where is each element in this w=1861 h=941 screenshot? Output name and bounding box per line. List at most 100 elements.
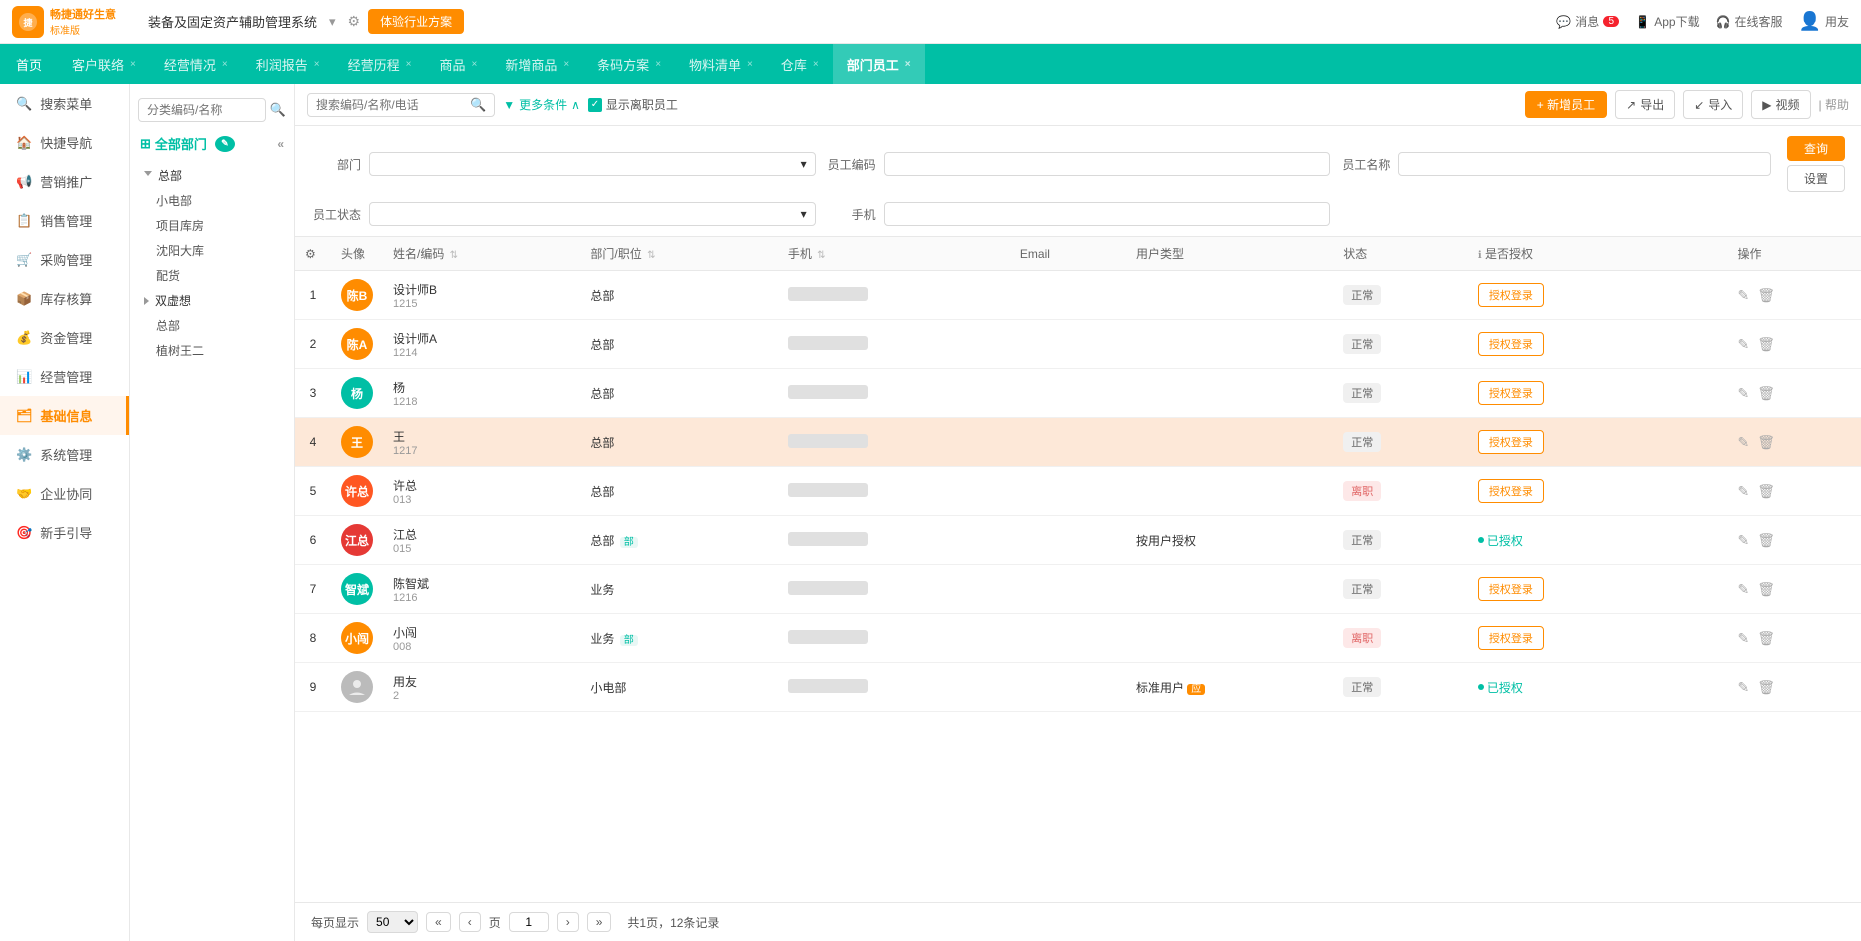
search-button[interactable]: 查询 (1787, 136, 1845, 161)
search-input[interactable] (316, 98, 466, 112)
edit-icon[interactable]: ✎ (1737, 483, 1749, 500)
sidebar-item-basic-info[interactable]: 🗂 基础信息 (0, 396, 129, 435)
dept-child-zhishu[interactable]: 植树王二 (130, 338, 294, 363)
grant-login-button[interactable]: 授权登录 (1478, 626, 1544, 650)
sidebar-item-purchase[interactable]: 🛒 采购管理 (0, 240, 129, 279)
dept-search-input[interactable] (138, 98, 266, 122)
grant-login-button[interactable]: 授权登录 (1478, 381, 1544, 405)
delete-icon[interactable]: 🗑 (1757, 287, 1775, 304)
th-phone[interactable]: 手机 ⇅ (778, 237, 1010, 271)
grant-login-button[interactable]: 授权登录 (1478, 479, 1544, 503)
nav-tab-barcode[interactable]: 条码方案 × (583, 44, 675, 84)
nav-tab-operations[interactable]: 经营情况 × (150, 44, 242, 84)
more-filter-btn[interactable]: ▼ 更多条件 ∧ (503, 96, 580, 113)
dept-collapse-btn[interactable]: « (277, 137, 284, 151)
settings-icon[interactable]: ⚙ (348, 13, 361, 30)
dept-child-xiangmukufang[interactable]: 项目库房 (130, 213, 294, 238)
sidebar-item-finance[interactable]: 💰 资金管理 (0, 318, 129, 357)
nav-tab-add-goods[interactable]: 新增商品 × (491, 44, 583, 84)
dept-select[interactable]: ▾ (369, 152, 816, 176)
sidebar-item-system[interactable]: ⚙️ 系统管理 (0, 435, 129, 474)
edit-icon[interactable]: ✎ (1737, 385, 1749, 402)
export-button[interactable]: ↗ 导出 (1615, 90, 1675, 119)
edit-icon[interactable]: ✎ (1737, 336, 1749, 353)
sidebar-item-guide[interactable]: 🎯 新手引导 (0, 513, 129, 552)
edit-icon[interactable]: ✎ (1737, 434, 1749, 451)
close-icon[interactable]: × (471, 59, 477, 70)
grant-login-button[interactable]: 授权登录 (1478, 332, 1544, 356)
message-btn[interactable]: 💬 消息 5 (1556, 13, 1619, 30)
help-btn[interactable]: | 帮助 (1819, 96, 1849, 113)
nav-tab-profit[interactable]: 利润报告 × (242, 44, 334, 84)
close-icon[interactable]: × (813, 59, 819, 70)
edit-icon[interactable]: ✎ (1737, 679, 1749, 696)
delete-icon[interactable]: 🗑 (1757, 630, 1775, 647)
close-icon[interactable]: × (314, 59, 320, 70)
sidebar-item-sales[interactable]: 📋 销售管理 (0, 201, 129, 240)
empstatus-select[interactable]: ▾ (369, 202, 816, 226)
nav-tab-home[interactable]: 首页 (0, 44, 58, 84)
last-page-btn[interactable]: » (587, 912, 612, 932)
close-icon[interactable]: × (130, 59, 136, 70)
nav-tab-employees[interactable]: 部门员工 × (833, 44, 925, 84)
close-icon[interactable]: × (406, 59, 412, 70)
app-download-btn[interactable]: 📱 App下载 (1635, 13, 1699, 30)
edit-icon[interactable]: ✎ (1737, 630, 1749, 647)
sidebar-item-search[interactable]: 🔍 搜索菜单 (0, 84, 129, 123)
nav-tab-goods[interactable]: 商品 × (425, 44, 491, 84)
add-employee-button[interactable]: + 新增员工 (1525, 91, 1607, 118)
dept-group-title-main[interactable]: 总部 (130, 163, 294, 188)
dept-child-xiaodibu[interactable]: 小电部 (130, 188, 294, 213)
nav-tab-customer[interactable]: 客户联络 × (58, 44, 150, 84)
sidebar-item-inventory[interactable]: 📦 库存核算 (0, 279, 129, 318)
close-icon[interactable]: × (747, 59, 753, 70)
grant-login-button[interactable]: 授权登录 (1478, 430, 1544, 454)
sidebar-item-marketing[interactable]: 📢 营销推广 (0, 162, 129, 201)
delete-icon[interactable]: 🗑 (1757, 679, 1775, 696)
reset-button[interactable]: 设置 (1787, 165, 1845, 192)
next-page-btn[interactable]: › (557, 912, 579, 932)
edit-icon[interactable]: ✎ (1737, 532, 1749, 549)
dept-all-header[interactable]: ⊞ 全部部门 ✎ « (130, 128, 294, 159)
sidebar-item-enterprise[interactable]: 🤝 企业协同 (0, 474, 129, 513)
grant-login-button[interactable]: 授权登录 (1478, 283, 1544, 307)
show-resigned-toggle[interactable]: ✓ 显示离职员工 (588, 96, 678, 113)
delete-icon[interactable]: 🗑 (1757, 336, 1775, 353)
delete-icon[interactable]: 🗑 (1757, 483, 1775, 500)
delete-icon[interactable]: 🗑 (1757, 581, 1775, 598)
user-btn[interactable]: 👤 用友 (1799, 11, 1849, 32)
page-number-input[interactable] (509, 912, 549, 932)
sidebar-item-operations[interactable]: 📊 经营管理 (0, 357, 129, 396)
dept-child-peihuo[interactable]: 配货 (130, 263, 294, 288)
phone-input[interactable] (884, 202, 1331, 226)
trial-button[interactable]: 体验行业方案 (368, 9, 464, 34)
delete-icon[interactable]: 🗑 (1757, 434, 1775, 451)
sidebar-item-quick-nav[interactable]: 🏠 快捷导航 (0, 123, 129, 162)
delete-icon[interactable]: 🗑 (1757, 385, 1775, 402)
dept-child-zongbu[interactable]: 总部 (130, 313, 294, 338)
import-button[interactable]: ↙ 导入 (1683, 90, 1743, 119)
dropdown-arrow-icon[interactable]: ▾ (329, 14, 336, 30)
close-icon[interactable]: × (905, 59, 911, 70)
nav-tab-history[interactable]: 经营历程 × (334, 44, 426, 84)
delete-icon[interactable]: 🗑 (1757, 532, 1775, 549)
nav-tab-warehouse[interactable]: 仓库 × (767, 44, 833, 84)
view-button[interactable]: ▶ 视频 (1751, 90, 1810, 119)
dept-edit-icon[interactable]: ✎ (215, 136, 235, 152)
close-icon[interactable]: × (655, 59, 661, 70)
online-service-btn[interactable]: 🎧 在线客服 (1716, 13, 1783, 30)
edit-icon[interactable]: ✎ (1737, 287, 1749, 304)
th-dept[interactable]: 部门/职位 ⇅ (580, 237, 777, 271)
empcode-input[interactable] (884, 152, 1331, 176)
dept-child-shenyang[interactable]: 沈阳大库 (130, 238, 294, 263)
prev-page-btn[interactable]: ‹ (459, 912, 481, 932)
edit-icon[interactable]: ✎ (1737, 581, 1749, 598)
th-name[interactable]: 姓名/编码 ⇅ (383, 237, 580, 271)
empname-input[interactable] (1398, 152, 1771, 176)
dept-group-title-shuangxu[interactable]: 双虚想 (130, 288, 294, 313)
grant-login-button[interactable]: 授权登录 (1478, 577, 1544, 601)
nav-tab-bom[interactable]: 物料清单 × (675, 44, 767, 84)
close-icon[interactable]: × (222, 59, 228, 70)
page-size-select[interactable]: 50 100 (367, 911, 418, 933)
first-page-btn[interactable]: « (426, 912, 451, 932)
